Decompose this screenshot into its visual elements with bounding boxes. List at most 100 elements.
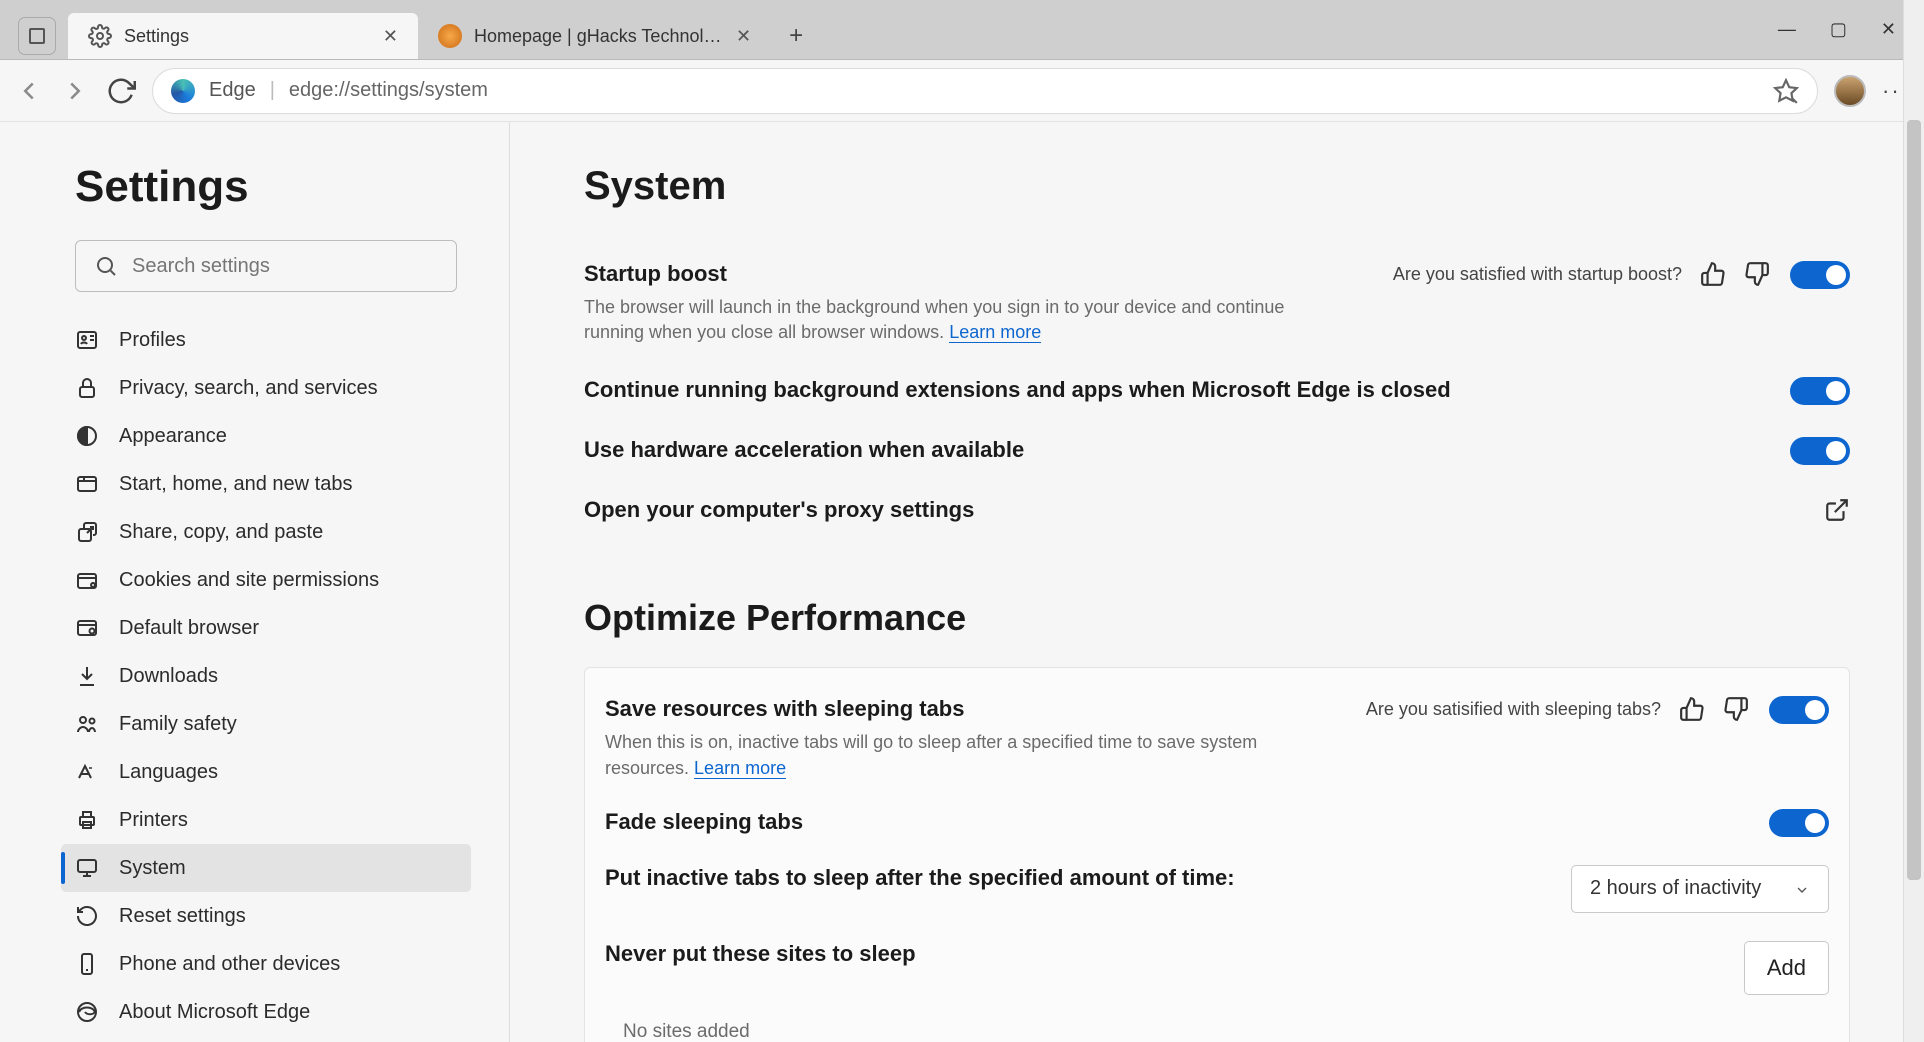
setting-description: The browser will launch in the backgroun… [584, 295, 1304, 345]
maximize-icon[interactable]: ▢ [1830, 19, 1847, 40]
sidebar-item-label: Languages [119, 761, 218, 784]
learn-more-link[interactable]: Learn more [949, 322, 1041, 343]
section-heading: Optimize Performance [584, 597, 1850, 639]
sidebar-item-cookies-and-site-permissions[interactable]: Cookies and site permissions [61, 556, 471, 604]
sidebar-item-privacy-search-and-services[interactable]: Privacy, search, and services [61, 364, 471, 412]
sidebar-item-default-browser[interactable]: Default browser [61, 604, 471, 652]
edge-logo-icon [171, 79, 195, 103]
setting-proxy[interactable]: Open your computer's proxy settings [584, 481, 1850, 539]
toggle-fade-tabs[interactable] [1769, 809, 1829, 837]
setting-title: Put inactive tabs to sleep after the spe… [605, 865, 1551, 891]
setting-title: Fade sleeping tabs [605, 809, 1749, 835]
family-icon [75, 712, 99, 736]
new-tab-button[interactable]: + [779, 19, 813, 53]
setting-sleeping-tabs: Save resources with sleeping tabs When t… [605, 682, 1829, 794]
setting-title: Use hardware acceleration when available [584, 437, 1770, 463]
sidebar-item-reset-settings[interactable]: Reset settings [61, 892, 471, 940]
search-input[interactable] [132, 255, 438, 278]
sidebar-item-label: Appearance [119, 425, 227, 448]
reload-button[interactable] [106, 76, 136, 106]
sidebar-item-appearance[interactable]: Appearance [61, 412, 471, 460]
profile-icon [75, 328, 99, 352]
sidebar-item-label: Profiles [119, 329, 186, 352]
phone-icon [75, 952, 99, 976]
appearance-icon [75, 424, 99, 448]
minimize-icon[interactable]: — [1778, 19, 1796, 40]
close-icon[interactable]: ✕ [1881, 19, 1896, 40]
scrollbar-thumb[interactable] [1907, 120, 1921, 880]
forward-button[interactable] [60, 76, 90, 106]
tab-ghacks[interactable]: Homepage | gHacks Technology ✕ [418, 13, 771, 59]
toggle-hw-accel[interactable] [1790, 437, 1850, 465]
thumbs-up-icon[interactable] [1700, 261, 1726, 287]
sidebar-item-label: Default browser [119, 617, 259, 640]
feedback-prompt: Are you satisfied with startup boost? [1393, 261, 1770, 287]
tab-title: Settings [124, 26, 189, 47]
language-icon [75, 760, 99, 784]
sidebar-item-share-copy-and-paste[interactable]: Share, copy, and paste [61, 508, 471, 556]
setting-title: Continue running background extensions a… [584, 377, 1770, 403]
setting-title: Save resources with sleeping tabs [605, 696, 1346, 722]
toggle-bg-extensions[interactable] [1790, 377, 1850, 405]
sidebar-item-about-microsoft-edge[interactable]: About Microsoft Edge [61, 988, 471, 1036]
setting-title: Open your computer's proxy settings [584, 497, 1804, 523]
setting-bg-extensions: Continue running background extensions a… [584, 361, 1850, 421]
sidebar-item-label: Printers [119, 809, 188, 832]
back-button[interactable] [14, 76, 44, 106]
sidebar-item-label: Start, home, and new tabs [119, 473, 352, 496]
sidebar-item-label: Cookies and site permissions [119, 569, 379, 592]
cookie-icon [75, 568, 99, 592]
thumbs-up-icon[interactable] [1679, 696, 1705, 722]
separator: | [270, 79, 275, 102]
url-text: edge://settings/system [289, 79, 488, 102]
learn-more-link[interactable]: Learn more [694, 758, 786, 779]
edge-icon [75, 1000, 99, 1024]
gear-icon [88, 24, 112, 48]
vertical-scrollbar[interactable] [1903, 0, 1924, 1042]
reset-icon [75, 904, 99, 928]
tab-settings[interactable]: Settings ✕ [68, 13, 418, 59]
toggle-startup-boost[interactable] [1790, 261, 1850, 289]
sidebar-item-profiles[interactable]: Profiles [61, 316, 471, 364]
browser-icon [75, 616, 99, 640]
sidebar-item-label: Share, copy, and paste [119, 521, 323, 544]
setting-title: Startup boost [584, 261, 1373, 287]
settings-sidebar: Settings ProfilesPrivacy, search, and se… [0, 122, 510, 1042]
favorite-icon[interactable] [1773, 78, 1799, 104]
setting-never-sleep: Never put these sites to sleep Add [605, 927, 1829, 1009]
setting-hw-accel: Use hardware acceleration when available [584, 421, 1850, 481]
close-tab-icon[interactable]: ✕ [736, 26, 751, 47]
profile-avatar[interactable] [1834, 75, 1866, 107]
browser-toolbar: Edge | edge://settings/system ··· [0, 60, 1924, 122]
sidebar-item-start-home-and-new-tabs[interactable]: Start, home, and new tabs [61, 460, 471, 508]
tab-strip: Settings ✕ Homepage | gHacks Technology … [68, 0, 1778, 59]
share-icon [75, 520, 99, 544]
lock-icon [75, 376, 99, 400]
inactive-time-select[interactable]: 2 hours of inactivity [1571, 865, 1829, 913]
no-sites-label: No sites added [605, 1009, 1829, 1042]
window-titlebar: Settings ✕ Homepage | gHacks Technology … [0, 0, 1924, 60]
sidebar-item-phone-and-other-devices[interactable]: Phone and other devices [61, 940, 471, 988]
sidebar-item-languages[interactable]: Languages [61, 748, 471, 796]
settings-search[interactable] [75, 240, 457, 292]
protocol-label: Edge [209, 79, 256, 102]
toggle-sleeping-tabs[interactable] [1769, 696, 1829, 724]
setting-fade-tabs: Fade sleeping tabs [605, 795, 1829, 851]
sidebar-item-system[interactable]: System [61, 844, 471, 892]
sidebar-item-family-safety[interactable]: Family safety [61, 700, 471, 748]
external-link-icon [1824, 497, 1850, 523]
sidebar-item-printers[interactable]: Printers [61, 796, 471, 844]
performance-card: Save resources with sleeping tabs When t… [584, 667, 1850, 1042]
tab-title: Homepage | gHacks Technology [474, 26, 724, 47]
sidebar-item-label: About Microsoft Edge [119, 1001, 310, 1024]
address-bar[interactable]: Edge | edge://settings/system [152, 68, 1818, 114]
add-site-button[interactable]: Add [1744, 941, 1829, 995]
close-tab-icon[interactable]: ✕ [383, 26, 398, 47]
thumbs-down-icon[interactable] [1723, 696, 1749, 722]
page-title: System [584, 164, 1850, 209]
thumbs-down-icon[interactable] [1744, 261, 1770, 287]
sidebar-item-label: Downloads [119, 665, 218, 688]
sidebar-item-downloads[interactable]: Downloads [61, 652, 471, 700]
sidebar-item-label: Family safety [119, 713, 237, 736]
tab-actions-button[interactable] [18, 17, 56, 55]
